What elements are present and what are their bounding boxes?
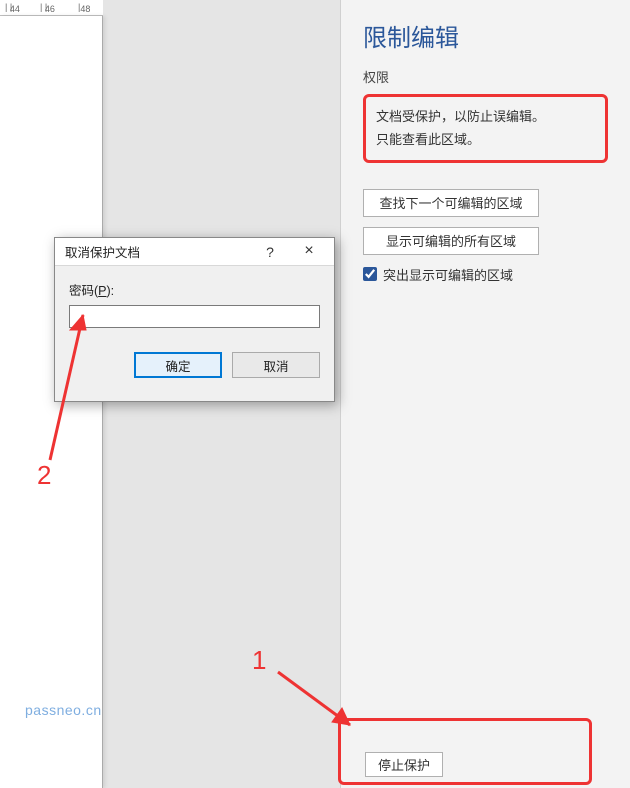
info-line: 文档受保护，以防止误编辑。	[376, 105, 595, 128]
protection-info-box: 文档受保护，以防止误编辑。 只能查看此区域。	[363, 94, 608, 163]
highlight-regions-checkbox-row[interactable]: 突出显示可编辑的区域	[363, 265, 608, 284]
annotation-arrow-1	[270, 660, 370, 740]
ruler-mark: | 44 |	[5, 2, 12, 12]
watermark: passneo.cn	[25, 702, 102, 718]
ruler-mark: | 48	[78, 2, 80, 12]
dialog-title: 取消保护文档	[65, 242, 140, 261]
highlight-regions-checkbox[interactable]	[363, 267, 377, 281]
ruler-mark: | 46 |	[40, 2, 47, 12]
ok-button[interactable]: 确定	[134, 352, 222, 378]
cancel-button[interactable]: 取消	[232, 352, 320, 378]
restrict-editing-pane: 限制编辑 权限 文档受保护，以防止误编辑。 只能查看此区域。 查找下一个可编辑的…	[340, 0, 630, 788]
password-input[interactable]	[69, 305, 320, 328]
ruler: | 44 | | 46 | | 48	[0, 0, 103, 16]
dialog-close-button[interactable]: ×	[290, 238, 328, 266]
dialog-titlebar[interactable]: 取消保护文档 ? ×	[55, 238, 334, 266]
pane-title: 限制编辑	[363, 18, 608, 53]
dialog-help-button[interactable]: ?	[254, 238, 286, 266]
find-next-region-button[interactable]: 查找下一个可编辑的区域	[363, 189, 539, 217]
pane-section-label: 权限	[363, 67, 608, 86]
show-all-regions-button[interactable]: 显示可编辑的所有区域	[363, 227, 539, 255]
info-line: 只能查看此区域。	[376, 128, 595, 151]
highlight-regions-label: 突出显示可编辑的区域	[383, 265, 513, 284]
stop-protection-button[interactable]: 停止保护	[365, 752, 443, 777]
annotation-number-1: 1	[252, 645, 266, 676]
annotation-arrow-2	[20, 290, 100, 470]
password-label: 密码(P):	[69, 280, 320, 299]
